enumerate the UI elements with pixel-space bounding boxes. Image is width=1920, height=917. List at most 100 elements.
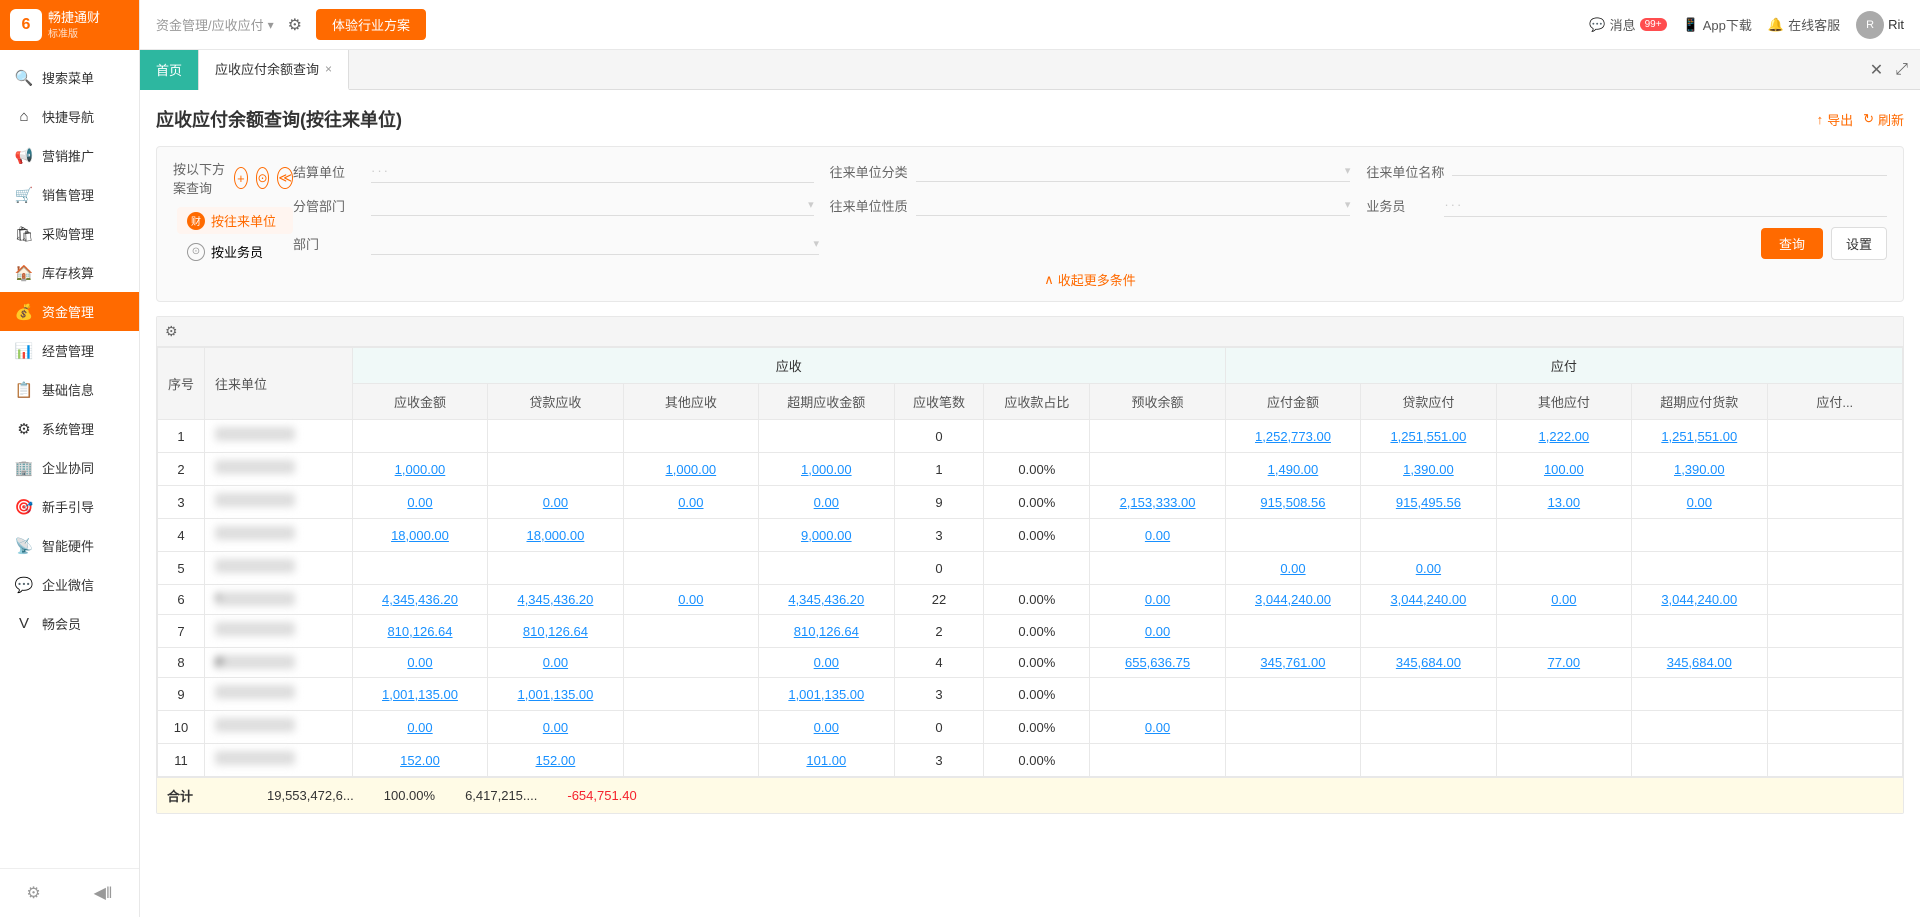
customer-service-action[interactable]: 🔔 在线客服	[1768, 15, 1840, 34]
export-button[interactable]: ↑ 导出	[1817, 110, 1854, 129]
sidebar-item-finance[interactable]: 💰 资金管理	[0, 292, 139, 331]
salesperson-input[interactable]: ···	[1444, 193, 1887, 217]
cell-rec_loan[interactable]: 0.00	[488, 711, 623, 744]
sidebar-item-member[interactable]: V 畅会员	[0, 604, 139, 643]
cell-pay_other[interactable]: 1,222.00	[1496, 420, 1631, 453]
cell-rec_loan[interactable]: 810,126.64	[488, 615, 623, 648]
cell-rec_amount[interactable]: 1,000.00	[352, 453, 487, 486]
settings-button[interactable]: 设置	[1831, 227, 1887, 260]
cell-rec_pre[interactable]: 655,636.75	[1090, 648, 1225, 678]
unit-name-input[interactable]	[1452, 167, 1887, 176]
tab-home[interactable]: 首页	[140, 50, 199, 90]
cell-rec_pre[interactable]: 0.00	[1090, 615, 1225, 648]
cell-rec_overdue[interactable]: 0.00	[759, 711, 894, 744]
sidebar-item-purchase[interactable]: 🛍 采购管理	[0, 214, 139, 253]
cell-rec_amount[interactable]: 0.00	[352, 486, 487, 519]
cell-rec_overdue[interactable]: 4,345,436.20	[759, 585, 894, 615]
cell-pay_other[interactable]: 77.00	[1496, 648, 1631, 678]
collapse-sidebar-icon[interactable]: ◀‖	[90, 879, 117, 907]
tab-close-icon[interactable]: ×	[325, 62, 332, 76]
tab-close-window-icon[interactable]: ✕	[1866, 56, 1887, 84]
cell-pay_amount[interactable]: 915,508.56	[1225, 486, 1360, 519]
cell-rec_loan[interactable]: 152.00	[488, 744, 623, 777]
cell-rec_overdue[interactable]: 9,000.00	[759, 519, 894, 552]
sidebar-item-base[interactable]: 📋 基础信息	[0, 370, 139, 409]
cell-rec_overdue[interactable]: 0.00	[759, 648, 894, 678]
cell-rec_overdue[interactable]: 1,001,135.00	[759, 678, 894, 711]
cell-pay_amount[interactable]: 1,490.00	[1225, 453, 1360, 486]
messages-action[interactable]: 💬 消息 99+	[1589, 15, 1666, 34]
cell-rec_amount[interactable]: 0.00	[352, 648, 487, 678]
sidebar-item-sales[interactable]: 🛒 销售管理	[0, 175, 139, 214]
cell-pay_other[interactable]: 13.00	[1496, 486, 1631, 519]
filter-collapse-btn[interactable]: ≪	[277, 167, 293, 189]
cell-rec_pre[interactable]: 0.00	[1090, 519, 1225, 552]
cell-rec_loan[interactable]: 0.00	[488, 486, 623, 519]
sidebar-item-marketing[interactable]: 📢 营销推广	[0, 136, 139, 175]
filter-option-staff[interactable]: ⊙ 按业务员	[177, 238, 293, 265]
sidebar-item-inventory[interactable]: 🏠 库存核算	[0, 253, 139, 292]
cell-rec_amount[interactable]: 4,345,436.20	[352, 585, 487, 615]
cell-rec_amount[interactable]: 0.00	[352, 711, 487, 744]
cell-rec_amount[interactable]: 1,001,135.00	[352, 678, 487, 711]
sidebar-item-wechat[interactable]: 💬 企业微信	[0, 565, 139, 604]
sidebar-item-guide[interactable]: 🎯 新手引导	[0, 487, 139, 526]
cell-pay_loan[interactable]: 915,495.56	[1361, 486, 1496, 519]
cell-rec_other[interactable]: 0.00	[623, 486, 758, 519]
cell-pay_loan[interactable]: 345,684.00	[1361, 648, 1496, 678]
cell-rec_overdue[interactable]: 101.00	[759, 744, 894, 777]
filter-add-btn[interactable]: +	[234, 167, 248, 189]
cell-pay_other[interactable]: 100.00	[1496, 453, 1631, 486]
cell-pay_overdue[interactable]: 345,684.00	[1632, 648, 1767, 678]
topbar-gear-icon[interactable]: ⚙	[284, 11, 306, 39]
cell-pay_other[interactable]: 0.00	[1496, 585, 1631, 615]
cell-rec_overdue[interactable]: 810,126.64	[759, 615, 894, 648]
sidebar-item-hardware[interactable]: 📡 智能硬件	[0, 526, 139, 565]
sidebar-item-search[interactable]: 🔍 搜索菜单	[0, 58, 139, 97]
filter-collapse-btn[interactable]: ∧ 收起更多条件	[293, 270, 1887, 289]
cell-rec_amount[interactable]: 152.00	[352, 744, 487, 777]
unit-category-select[interactable]: ▾	[916, 160, 1351, 182]
cell-rec_loan[interactable]: 4,345,436.20	[488, 585, 623, 615]
table-settings-icon[interactable]: ⚙	[165, 323, 178, 339]
settle-unit-input[interactable]: ···	[371, 159, 814, 183]
unit-nature-select[interactable]: ▾	[916, 194, 1351, 216]
cell-pay_amount[interactable]: 1,252,773.00	[1225, 420, 1360, 453]
sidebar-item-system[interactable]: ⚙ 系统管理	[0, 409, 139, 448]
cell-rec_loan[interactable]: 1,001,135.00	[488, 678, 623, 711]
cell-rec_amount[interactable]: 810,126.64	[352, 615, 487, 648]
cell-rec_amount[interactable]: 18,000.00	[352, 519, 487, 552]
tab-fullscreen-icon[interactable]: ⤢	[1891, 57, 1912, 83]
cell-rec_other[interactable]: 0.00	[623, 585, 758, 615]
dept-manage-select[interactable]: ▾	[371, 194, 814, 216]
cell-pay_loan[interactable]: 1,251,551.00	[1361, 420, 1496, 453]
cell-pay_loan[interactable]: 3,044,240.00	[1361, 585, 1496, 615]
cell-rec_overdue[interactable]: 1,000.00	[759, 453, 894, 486]
cell-rec_loan[interactable]: 0.00	[488, 648, 623, 678]
cell-rec_pre[interactable]: 0.00	[1090, 711, 1225, 744]
sidebar-item-operations[interactable]: 📊 经营管理	[0, 331, 139, 370]
cell-pay_amount[interactable]: 345,761.00	[1225, 648, 1360, 678]
dept-select[interactable]: ▾	[371, 233, 819, 255]
cell-rec_overdue[interactable]: 0.00	[759, 486, 894, 519]
user-avatar-area[interactable]: R Rit	[1856, 11, 1904, 39]
cell-rec_pre[interactable]: 2,153,333.00	[1090, 486, 1225, 519]
refresh-button[interactable]: ↻ 刷新	[1863, 110, 1904, 129]
promo-button[interactable]: 体验行业方案	[316, 9, 426, 40]
cell-pay_loan[interactable]: 1,390.00	[1361, 453, 1496, 486]
query-button[interactable]: 查询	[1761, 228, 1823, 259]
sidebar-item-nav[interactable]: ⌂ 快捷导航	[0, 97, 139, 136]
cell-rec_loan[interactable]: 18,000.00	[488, 519, 623, 552]
cell-pay_overdue[interactable]: 3,044,240.00	[1632, 585, 1767, 615]
cell-pay_overdue[interactable]: 1,251,551.00	[1632, 420, 1767, 453]
cell-rec_other[interactable]: 1,000.00	[623, 453, 758, 486]
cell-rec_pre[interactable]: 0.00	[1090, 585, 1225, 615]
filter-option-unit[interactable]: 财 按往来单位	[177, 207, 293, 234]
cell-pay_amount[interactable]: 0.00	[1225, 552, 1360, 585]
cell-pay_overdue[interactable]: 0.00	[1632, 486, 1767, 519]
cell-pay_loan[interactable]: 0.00	[1361, 552, 1496, 585]
tab-query[interactable]: 应收应付余额查询 ×	[199, 50, 349, 90]
settings-footer-icon[interactable]: ⚙	[22, 879, 44, 907]
app-download-action[interactable]: 📱 App下载	[1683, 15, 1752, 34]
filter-settings-btn[interactable]: ⊙	[256, 167, 270, 189]
